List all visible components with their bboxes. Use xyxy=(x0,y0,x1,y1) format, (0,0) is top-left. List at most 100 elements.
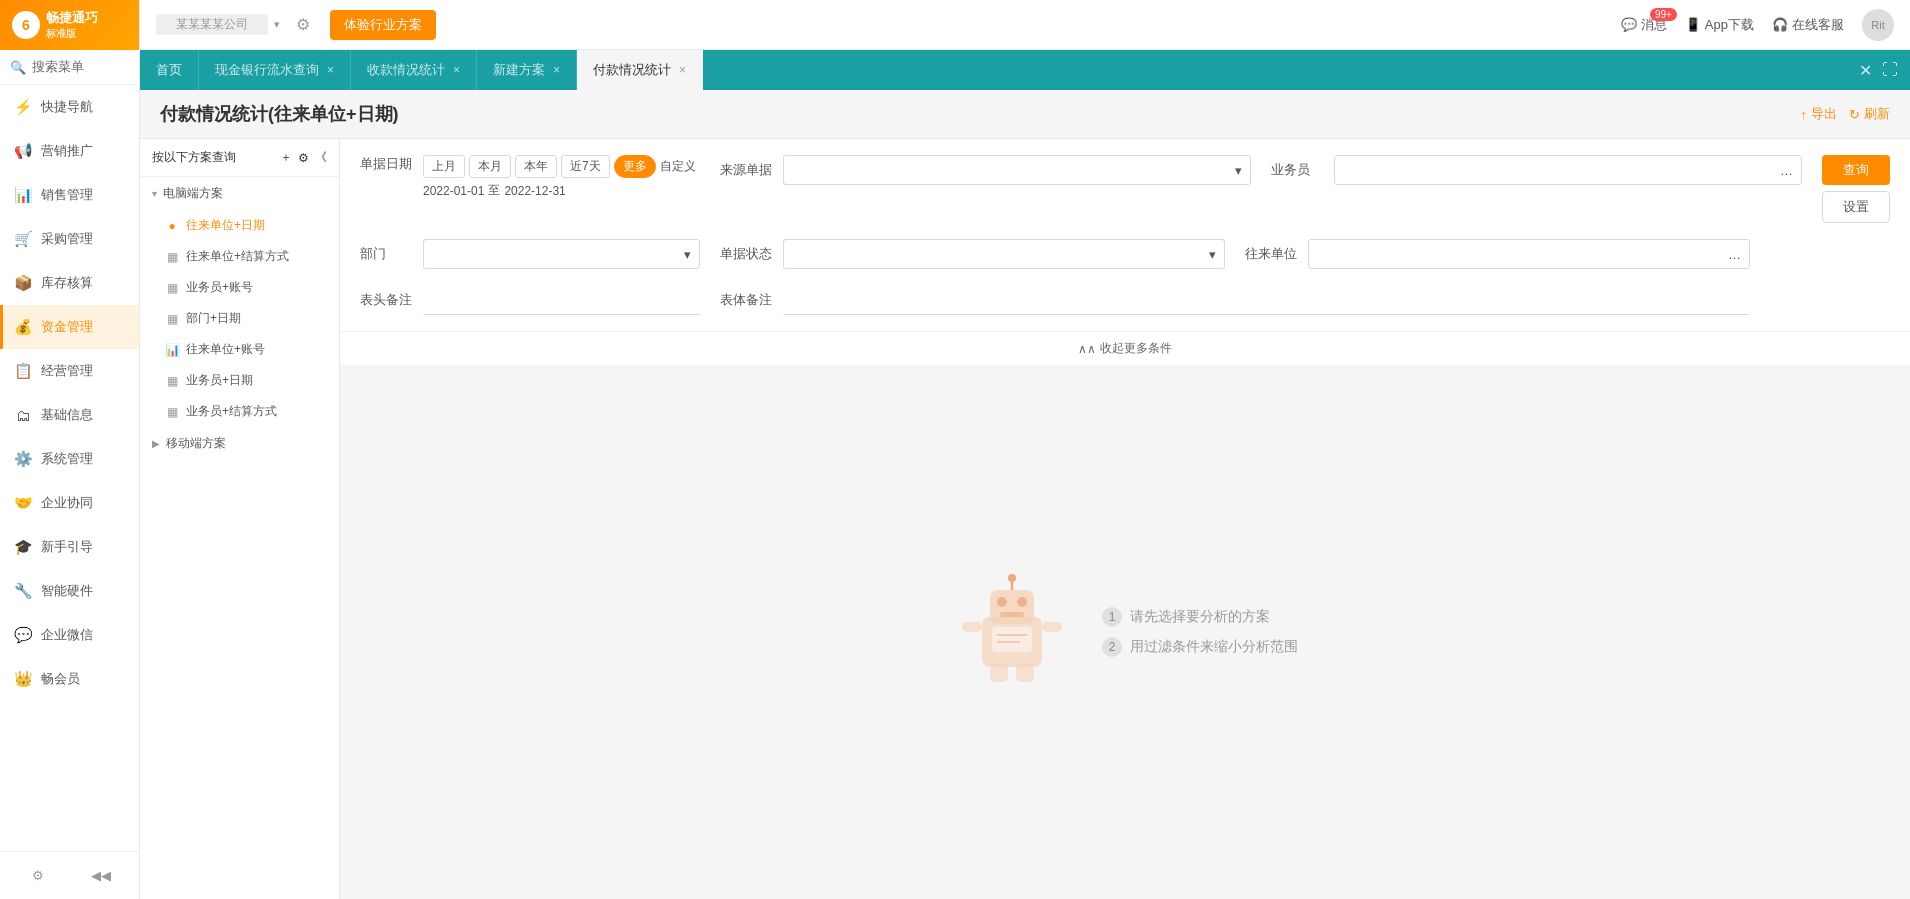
sidebar-item-label: 采购管理 xyxy=(41,230,93,248)
date-btn-this-month[interactable]: 本月 xyxy=(469,155,511,178)
desktop-scheme-list: ● 往来单位+日期 ▦ 往来单位+结算方式 ▦ 业务员+账号 ▦ 部门+日期 xyxy=(140,210,339,427)
sidebar-item-hardware[interactable]: 🔧 智能硬件 xyxy=(0,569,139,613)
date-btn-last-month[interactable]: 上月 xyxy=(423,155,465,178)
app-download-btn[interactable]: 📱 App下载 xyxy=(1685,16,1754,34)
scheme-item-salesman-settle[interactable]: ▦ 业务员+结算方式 xyxy=(140,396,339,427)
filter-settings-button[interactable]: 设置 xyxy=(1822,191,1890,223)
collapse-bar[interactable]: ∧∧ 收起更多条件 xyxy=(340,332,1910,365)
related-unit-select[interactable]: … xyxy=(1308,239,1750,269)
topbar-settings-icon[interactable]: ⚙ xyxy=(296,15,310,34)
sidebar-item-sales[interactable]: 📊 销售管理 xyxy=(0,173,139,217)
scheme-item-unit-account[interactable]: 📊 往来单位+账号 xyxy=(140,334,339,365)
headset-icon: 🎧 xyxy=(1772,17,1788,32)
avatar-text: Rit xyxy=(1871,19,1884,31)
sidebar-item-basic[interactable]: 🗂 基础信息 xyxy=(0,393,139,437)
sidebar-item-system[interactable]: ⚙️ 系统管理 xyxy=(0,437,139,481)
tab-new-scheme[interactable]: 新建方案 × xyxy=(477,50,577,90)
basic-icon: 🗂 xyxy=(13,405,33,425)
sidebar-item-operation[interactable]: 📋 经营管理 xyxy=(0,349,139,393)
scheme-item-label: 业务员+日期 xyxy=(186,372,253,389)
scheme-settings-icon[interactable]: ⚙ xyxy=(298,151,309,165)
mobile-section-title[interactable]: ▶ 移动端方案 xyxy=(140,427,339,460)
svg-rect-1 xyxy=(990,590,1034,624)
add-scheme-icon[interactable]: ＋ xyxy=(280,149,292,166)
tab-cashflow[interactable]: 现金银行流水查询 × xyxy=(199,50,351,90)
sidebar-item-marketing[interactable]: 📢 营销推广 xyxy=(0,129,139,173)
filter-row-2: 部门 ▾ 单据状态 ▾ xyxy=(360,239,1890,269)
page-header: 付款情况统计(往来单位+日期) ↑ 导出 ↻ 刷新 xyxy=(140,90,1910,139)
cashflow-tab-close[interactable]: × xyxy=(327,63,334,77)
sidebar-item-member[interactable]: 👑 畅会员 xyxy=(0,657,139,701)
filter-area: 单据日期 上月 本月 本年 近7天 更多 自定义 xyxy=(340,139,1910,365)
salesman-select[interactable]: … xyxy=(1334,155,1802,185)
sidebar-item-quick-nav[interactable]: ⚡ 快捷导航 xyxy=(0,85,139,129)
scheme-item-label: 业务员+账号 xyxy=(186,279,253,296)
tab-fullscreen-btn[interactable]: ⛶ xyxy=(1882,61,1898,79)
svg-rect-10 xyxy=(1016,664,1034,682)
sidebar-item-label: 营销推广 xyxy=(41,142,93,160)
org-selector[interactable]: 某某某某公司 ▾ xyxy=(156,14,280,35)
scheme-item-dept-date[interactable]: ▦ 部门+日期 xyxy=(140,303,339,334)
footer-collapse-btn[interactable]: ◀◀ xyxy=(74,862,130,889)
scheme-panel-header: 按以下方案查询 ＋ ⚙ 《 xyxy=(140,139,339,177)
source-doc-select[interactable]: ▾ xyxy=(783,155,1251,185)
purchase-icon: 🛒 xyxy=(13,229,33,249)
page-title: 付款情况统计(往来单位+日期) xyxy=(160,102,399,126)
filter-body-notes-item: 表体备注 xyxy=(720,285,1750,315)
new-scheme-tab-close[interactable]: × xyxy=(553,63,560,77)
footer-settings-btn[interactable]: ⚙ xyxy=(10,862,66,889)
dept-select[interactable]: ▾ xyxy=(423,239,700,269)
date-btn-this-year[interactable]: 本年 xyxy=(515,155,557,178)
sidebar-item-guide[interactable]: 🎓 新手引导 xyxy=(0,525,139,569)
sidebar-item-purchase[interactable]: 🛒 采购管理 xyxy=(0,217,139,261)
query-button[interactable]: 查询 xyxy=(1822,155,1890,185)
tab-payment-stats[interactable]: 付款情况统计 × xyxy=(577,50,703,90)
date-buttons: 上月 本月 本年 近7天 更多 自定义 xyxy=(423,155,696,178)
sidebar-item-enterprise[interactable]: 🤝 企业协同 xyxy=(0,481,139,525)
message-icon: 💬 xyxy=(1621,17,1637,32)
search-menu[interactable]: 🔍 搜索菜单 xyxy=(0,50,139,85)
empty-hint-2: 2 用过滤条件来缩小分析范围 xyxy=(1102,637,1298,657)
sidebar-item-label: 系统管理 xyxy=(41,450,93,468)
date-btn-last7[interactable]: 近7天 xyxy=(561,155,610,178)
online-service-btn[interactable]: 🎧 在线客服 xyxy=(1772,16,1844,34)
message-btn[interactable]: 💬 消息 99+ xyxy=(1621,16,1667,34)
scheme-item-salesman-account[interactable]: ▦ 业务员+账号 xyxy=(140,272,339,303)
date-btn-more[interactable]: 更多 xyxy=(614,155,656,178)
tabbar-actions: ✕ ⛶ xyxy=(1847,50,1910,90)
trial-button[interactable]: 体验行业方案 xyxy=(330,10,436,40)
custom-label[interactable]: 自定义 xyxy=(660,158,696,175)
sidebar-item-label: 销售管理 xyxy=(41,186,93,204)
body-notes-input[interactable] xyxy=(783,285,1750,315)
date-range-end: 2022-12-31 xyxy=(504,184,565,198)
sidebar-item-wechat[interactable]: 💬 企业微信 xyxy=(0,613,139,657)
sidebar-item-inventory[interactable]: 📦 库存核算 xyxy=(0,261,139,305)
tab-close-all-btn[interactable]: ✕ xyxy=(1859,61,1872,80)
app-version: 标准版 xyxy=(46,27,98,41)
doc-status-select[interactable]: ▾ xyxy=(783,239,1225,269)
payment-tab-close[interactable]: × xyxy=(679,63,686,77)
body-notes-label: 表体备注 xyxy=(720,291,775,309)
scheme-panel-actions: ＋ ⚙ 《 xyxy=(280,149,327,166)
doc-status-dropdown-icon: ▾ xyxy=(1209,247,1216,262)
tab-receipt-stats[interactable]: 收款情况统计 × xyxy=(351,50,477,90)
result-area: 1 请先选择要分析的方案 2 用过滤条件来缩小分析范围 xyxy=(340,365,1910,899)
svg-point-2 xyxy=(997,597,1007,607)
scheme-item-salesman-date[interactable]: ▦ 业务员+日期 xyxy=(140,365,339,396)
sidebar-item-label: 资金管理 xyxy=(41,318,93,336)
scheme-collapse-icon[interactable]: 《 xyxy=(315,149,327,166)
desktop-section-title[interactable]: ▾ 电脑端方案 xyxy=(140,177,339,210)
sidebar-item-finance[interactable]: 💰 资金管理 xyxy=(0,305,139,349)
svg-rect-7 xyxy=(962,622,982,632)
scheme-item-unit-settle[interactable]: ▦ 往来单位+结算方式 xyxy=(140,241,339,272)
scheme-item-unit-date[interactable]: ● 往来单位+日期 xyxy=(140,210,339,241)
header-notes-input[interactable] xyxy=(423,285,700,315)
user-avatar[interactable]: Rit xyxy=(1862,9,1894,41)
tab-home[interactable]: 首页 xyxy=(140,50,199,90)
sidebar-item-label: 快捷导航 xyxy=(41,98,93,116)
filter-related-unit-item: 往来单位 … xyxy=(1245,239,1750,269)
filter-row-3: 表头备注 表体备注 xyxy=(360,285,1890,315)
receipt-tab-close[interactable]: × xyxy=(453,63,460,77)
export-button[interactable]: ↑ 导出 xyxy=(1801,105,1838,123)
refresh-button[interactable]: ↻ 刷新 xyxy=(1849,105,1890,123)
